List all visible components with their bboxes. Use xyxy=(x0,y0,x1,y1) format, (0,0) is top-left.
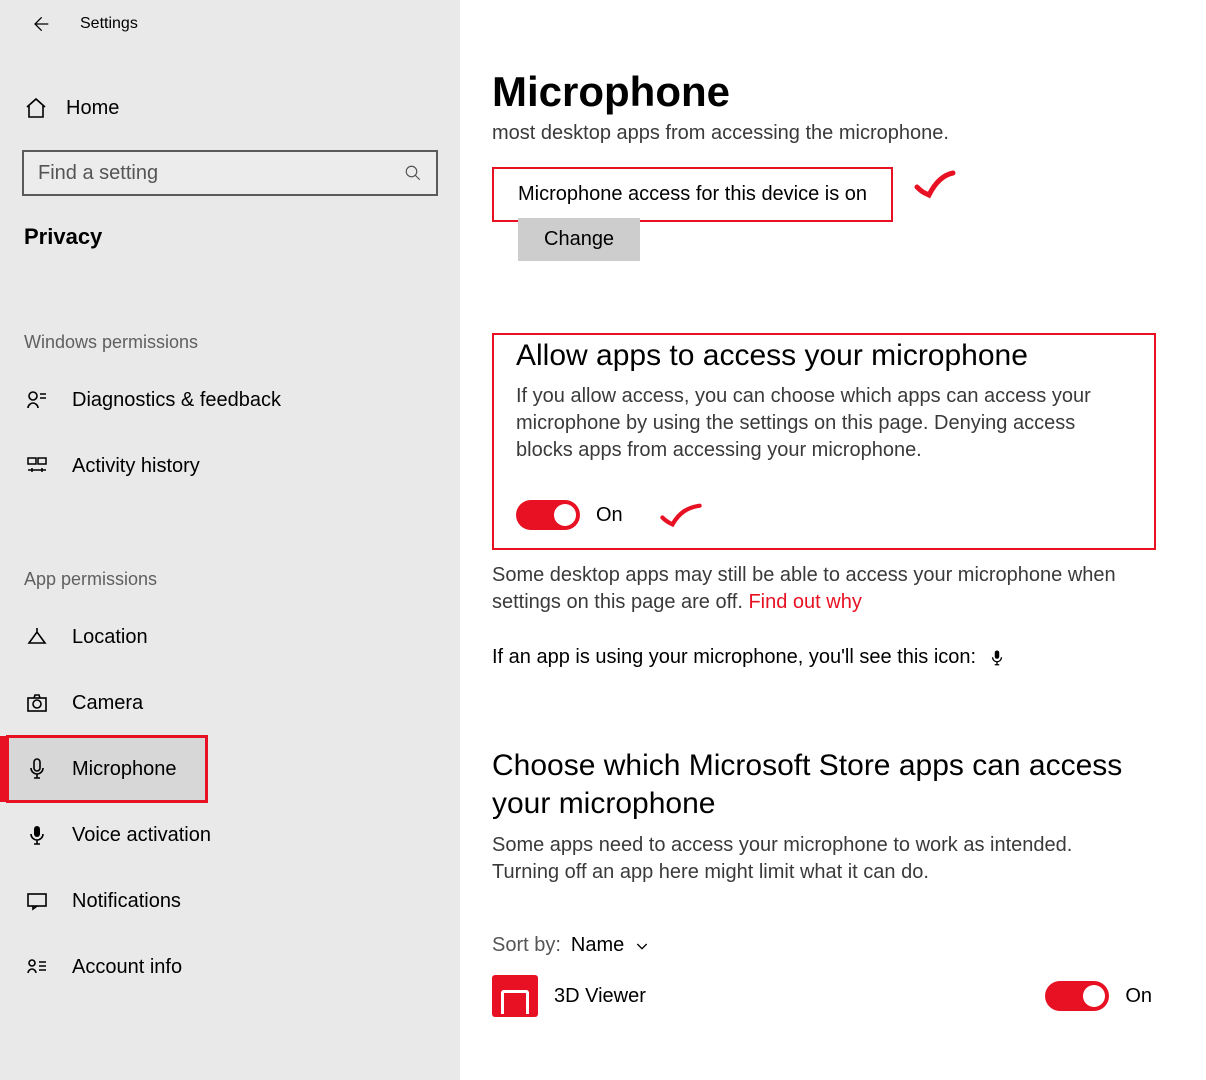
search-icon xyxy=(402,164,424,182)
settings-sidebar: Settings Home Privacy Windows permission… xyxy=(0,0,460,1080)
mic-in-use-note: If an app is using your microphone, you'… xyxy=(492,646,976,669)
sidebar-item-label: Notifications xyxy=(72,890,181,913)
sidebar-item-voice-activation[interactable]: Voice activation xyxy=(0,802,460,868)
choose-apps-body: Some apps need to access your microphone… xyxy=(492,832,1132,886)
sort-by-dropdown[interactable]: Sort by: Name xyxy=(492,934,1170,957)
page-title: Microphone xyxy=(492,68,1170,116)
sidebar-item-notifications[interactable]: Notifications xyxy=(0,868,460,934)
sidebar-item-account-info[interactable]: Account info xyxy=(0,934,460,1000)
app-toggle-state: On xyxy=(1125,985,1152,1008)
change-button[interactable]: Change xyxy=(518,218,640,261)
feedback-icon xyxy=(24,388,50,412)
sidebar-item-diagnostics[interactable]: Diagnostics & feedback xyxy=(0,367,460,433)
microphone-indicator-icon xyxy=(988,647,1006,669)
voice-icon xyxy=(24,823,50,847)
search-input[interactable] xyxy=(38,162,402,185)
search-input-container[interactable] xyxy=(22,150,438,196)
sidebar-item-microphone[interactable]: Microphone xyxy=(0,736,460,802)
home-icon xyxy=(24,96,48,120)
annotation-checkmark-icon xyxy=(659,500,703,530)
app-title: Settings xyxy=(80,15,138,33)
group-heading-windows-permissions: Windows permissions xyxy=(0,332,460,353)
sidebar-item-label: Activity history xyxy=(72,455,200,478)
choose-apps-heading: Choose which Microsoft Store apps can ac… xyxy=(492,747,1132,822)
location-icon xyxy=(24,625,50,649)
sidebar-item-label: Voice activation xyxy=(72,824,211,847)
account-icon xyxy=(24,955,50,979)
sidebar-item-home[interactable]: Home xyxy=(0,76,460,140)
sidebar-item-label: Microphone xyxy=(72,758,177,781)
camera-icon xyxy=(24,691,50,715)
allow-apps-section: Allow apps to access your microphone If … xyxy=(492,333,1156,550)
app-name: 3D Viewer xyxy=(554,985,1029,1008)
group-heading-app-permissions: App permissions xyxy=(0,569,460,590)
notifications-icon xyxy=(24,889,50,913)
find-out-why-link[interactable]: Find out why xyxy=(748,591,861,613)
sidebar-item-label: Diagnostics & feedback xyxy=(72,389,281,412)
arrow-left-icon xyxy=(30,14,50,34)
app-row-3d-viewer: 3D Viewer On xyxy=(492,975,1152,1017)
allow-apps-heading: Allow apps to access your microphone xyxy=(516,339,1134,373)
microphone-icon xyxy=(24,757,50,781)
app-tile-icon xyxy=(492,975,538,1017)
app-toggle-3d-viewer[interactable] xyxy=(1045,981,1109,1011)
allow-apps-body: If you allow access, you can choose whic… xyxy=(516,383,1134,464)
toggle-state-label: On xyxy=(596,504,623,527)
main-content: Microphone most desktop apps from access… xyxy=(460,0,1206,1080)
annotation-checkmark-icon xyxy=(913,169,957,199)
chevron-down-icon xyxy=(634,938,650,954)
sidebar-item-camera[interactable]: Camera xyxy=(0,670,460,736)
sort-label: Sort by: xyxy=(492,934,561,957)
sidebar-item-label: Location xyxy=(72,626,148,649)
intro-truncated-text: most desktop apps from accessing the mic… xyxy=(492,122,1170,145)
sort-value: Name xyxy=(571,934,624,957)
sidebar-item-label: Account info xyxy=(72,956,182,979)
sidebar-item-label: Camera xyxy=(72,692,143,715)
sidebar-item-location[interactable]: Location xyxy=(0,604,460,670)
desktop-apps-note: Some desktop apps may still be able to a… xyxy=(492,562,1152,616)
mic-access-status: Microphone access for this device is on xyxy=(492,167,893,222)
section-title-privacy: Privacy xyxy=(0,196,460,250)
sidebar-item-activity-history[interactable]: Activity history xyxy=(0,433,460,499)
back-button[interactable] xyxy=(0,14,80,34)
home-label: Home xyxy=(66,97,119,120)
timeline-icon xyxy=(24,454,50,478)
allow-apps-toggle[interactable] xyxy=(516,500,580,530)
